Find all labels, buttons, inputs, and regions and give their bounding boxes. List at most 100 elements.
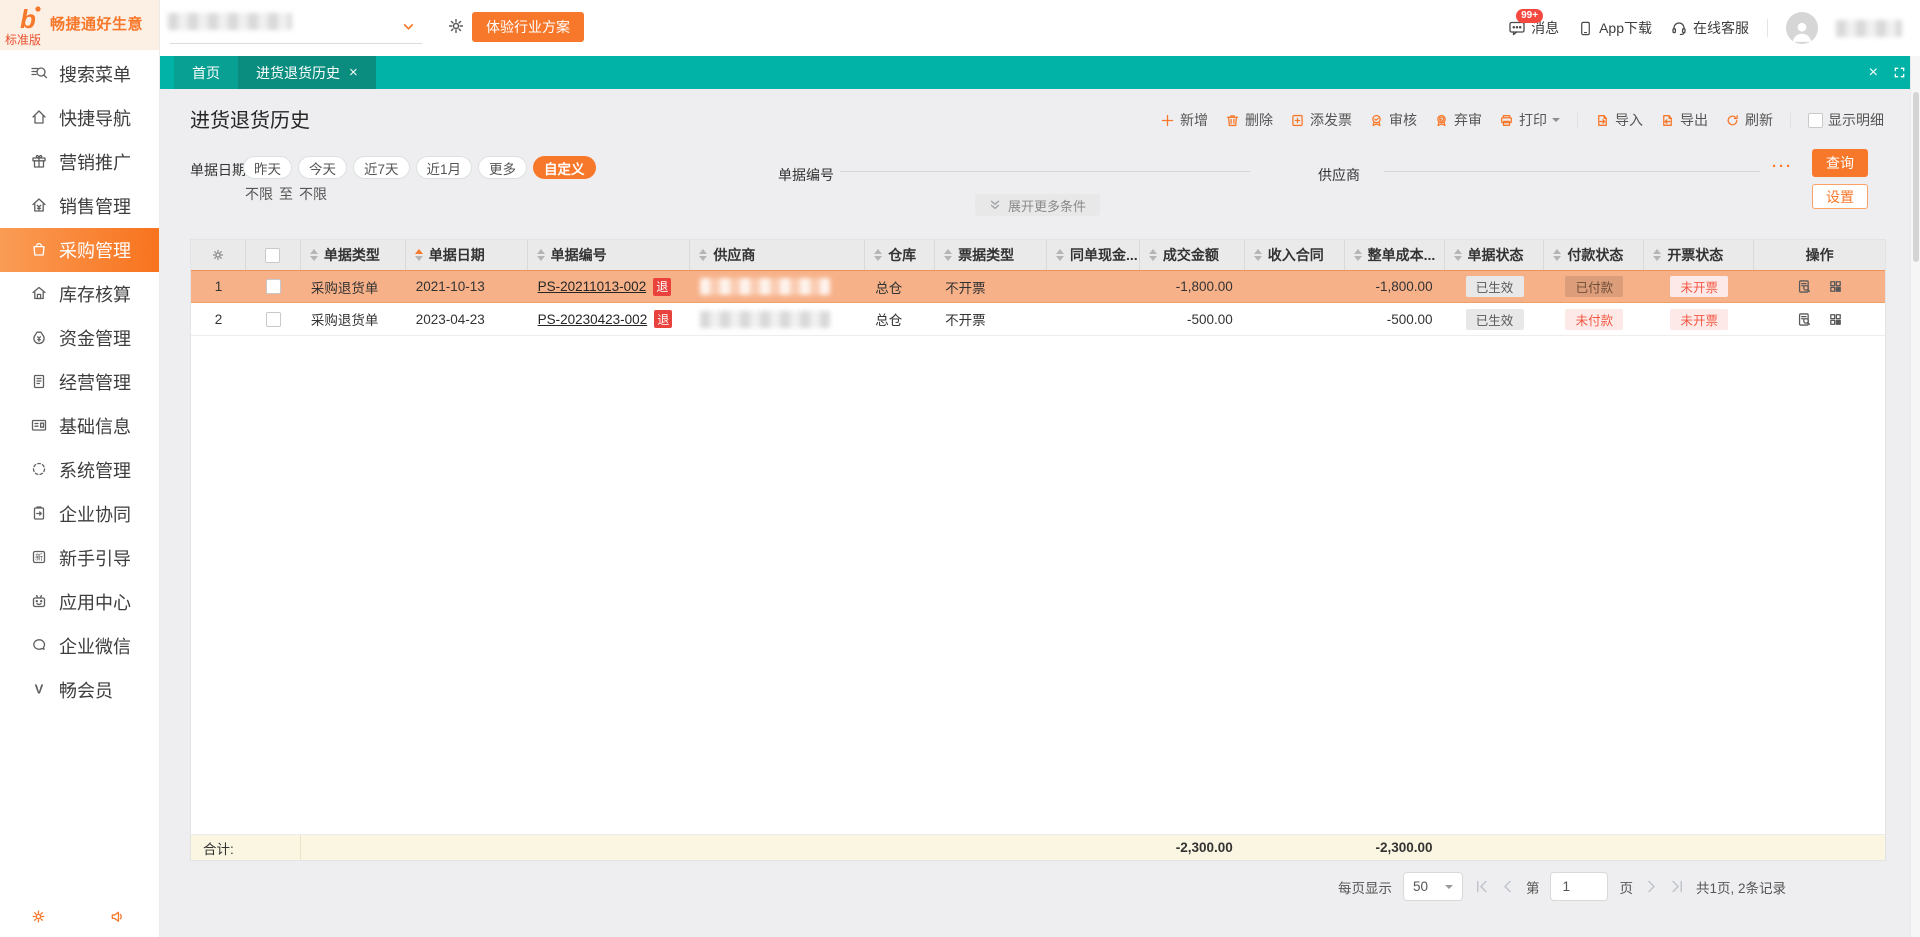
sort-icon[interactable] [1055, 249, 1064, 261]
sort-icon[interactable] [1653, 249, 1662, 261]
gear-icon[interactable] [446, 16, 466, 36]
date-pill[interactable]: 近7天 [353, 156, 410, 179]
toolbar-audit-button[interactable]: 审核 [1369, 110, 1417, 130]
table-row[interactable]: 1 采购退货单 2021-10-13 PS-20211013-002 退 总仓 不开票 -1,… [191, 270, 1885, 303]
sort-icon[interactable] [1453, 249, 1462, 261]
toolbar-invoice-button[interactable]: 添发票 [1290, 110, 1352, 130]
sort-icon[interactable] [309, 249, 318, 261]
column-header[interactable]: 开票状态 [1644, 240, 1755, 270]
sort-icon[interactable] [874, 249, 883, 261]
column-header[interactable]: 同单现金... [1047, 240, 1140, 270]
row-checkbox[interactable] [265, 279, 281, 294]
sidebar-item-baseinfo[interactable]: 基础信息 [0, 404, 159, 448]
scrollbar-thumb[interactable] [1913, 92, 1919, 262]
column-header[interactable]: 供应商 [690, 240, 866, 270]
sidebar-item-sales[interactable]: 销售管理 [0, 184, 159, 228]
column-header[interactable]: 票据类型 [935, 240, 1047, 270]
sidebar-item-member[interactable]: V 畅会员 [0, 668, 159, 712]
sort-icon[interactable] [414, 249, 423, 261]
page-number-input[interactable]: 1 [1550, 872, 1609, 901]
show-detail-toggle[interactable]: 显示明细 [1808, 110, 1884, 130]
search-button[interactable]: 查询 [1812, 149, 1868, 177]
tab-active[interactable]: 进货退货历史 × [238, 56, 376, 89]
sidebar-item-appcenter[interactable]: 应用中心 [0, 580, 159, 624]
tab-home[interactable]: 首页 [174, 56, 238, 89]
close-icon[interactable]: × [1869, 64, 1878, 81]
date-pill[interactable]: 今天 [298, 156, 347, 179]
date-range-text[interactable]: 不限 至 不限 [245, 184, 327, 204]
sidebar-item-inventory[interactable]: 库存核算 [0, 272, 159, 316]
date-pill-custom[interactable]: 自定义 [533, 156, 596, 179]
sidebar-item-guide[interactable]: 新 新手引导 [0, 536, 159, 580]
show-detail-checkbox[interactable] [1808, 112, 1823, 128]
column-header[interactable]: 单据状态 [1445, 240, 1545, 270]
next-page-button[interactable] [1644, 879, 1659, 894]
fullscreen-icon[interactable] [1893, 66, 1906, 79]
column-header[interactable]: 单据类型 [301, 240, 406, 270]
toolbar-unaudit-button[interactable]: 弃审 [1434, 110, 1482, 130]
sort-icon[interactable] [536, 249, 545, 261]
sidebar-item-gift[interactable]: 营销推广 [0, 140, 159, 184]
settings-gear-icon[interactable] [30, 908, 47, 925]
supplier-more-icon[interactable]: ··· [1772, 158, 1793, 175]
avatar[interactable] [1786, 12, 1818, 44]
sidebar-item-collab[interactable]: 企业协同 [0, 492, 159, 536]
related-docs-icon[interactable] [1828, 312, 1843, 327]
column-header[interactable]: 付款状态 [1544, 240, 1645, 270]
app-download-button[interactable]: App下载 [1577, 18, 1652, 38]
doc-no-link[interactable]: PS-20230423-002 [538, 312, 648, 327]
doc-no-link[interactable]: PS-20211013-002 [538, 279, 647, 294]
date-pill[interactable]: 近1月 [415, 156, 473, 179]
sort-icon[interactable] [1353, 249, 1362, 261]
date-pill[interactable]: 昨天 [243, 156, 292, 179]
row-checkbox[interactable] [265, 311, 281, 327]
column-header[interactable]: 仓库 [865, 240, 936, 270]
announcement-horn-icon[interactable] [109, 908, 126, 925]
column-header[interactable]: 单据日期 [406, 240, 528, 270]
industry-solution-button[interactable]: 体验行业方案 [472, 12, 584, 42]
sidebar-item-operation[interactable]: 经营管理 [0, 360, 159, 404]
toolbar-print-button[interactable]: 打印 [1499, 110, 1560, 130]
sidebar-item-home[interactable]: 快捷导航 [0, 96, 159, 140]
sidebar-item-search[interactable]: 搜索菜单 [0, 52, 159, 96]
sort-icon[interactable] [1253, 249, 1262, 261]
toolbar-export-button[interactable]: 导出 [1660, 110, 1708, 130]
vertical-scrollbar[interactable] [1910, 56, 1920, 937]
select-all-checkbox[interactable] [265, 247, 281, 263]
sort-icon[interactable] [1148, 249, 1157, 261]
close-icon[interactable]: × [349, 65, 358, 80]
toolbar-trash-button[interactable]: 删除 [1225, 110, 1273, 130]
column-header[interactable]: 单据编号 [528, 240, 691, 270]
column-header[interactable]: 成交金额 [1140, 240, 1245, 270]
toolbar-refresh-button[interactable]: 刷新 [1725, 110, 1773, 130]
toolbar-import-button[interactable]: 导入 [1595, 110, 1643, 130]
supplier-input[interactable] [1384, 146, 1760, 172]
doc-no-input[interactable] [840, 146, 1250, 172]
online-support-button[interactable]: 在线客服 [1670, 18, 1749, 38]
sidebar-item-funds[interactable]: 资金管理 [0, 316, 159, 360]
sort-icon[interactable] [699, 249, 708, 261]
column-header[interactable]: 操作 [1754, 240, 1885, 270]
sidebar-item-purchase[interactable]: 采购管理 [0, 228, 159, 272]
prev-page-button[interactable] [1500, 879, 1515, 894]
sidebar-item-wecom[interactable]: 企业微信 [0, 624, 159, 668]
chevron-down-icon[interactable] [402, 20, 415, 33]
user-name-redacted[interactable] [1836, 19, 1902, 37]
last-page-button[interactable] [1670, 879, 1685, 894]
expand-more-conditions[interactable]: 展开更多条件 [975, 194, 1101, 216]
column-header[interactable]: 整单成本... [1345, 240, 1445, 270]
messages-button[interactable]: 99+ 消息 [1508, 9, 1559, 38]
sidebar-item-system[interactable]: 系统管理 [0, 448, 159, 492]
company-name-redacted[interactable] [168, 13, 292, 30]
column-header[interactable]: 收入合同 [1245, 240, 1345, 270]
first-page-button[interactable] [1474, 879, 1489, 894]
toolbar-plus-button[interactable]: 新增 [1160, 110, 1208, 130]
date-pill[interactable]: 更多 [478, 156, 528, 179]
sort-icon[interactable] [1553, 249, 1562, 261]
related-docs-icon[interactable] [1828, 279, 1843, 294]
view-detail-icon[interactable] [1797, 312, 1812, 327]
settings-button[interactable]: 设置 [1812, 184, 1868, 209]
table-row[interactable]: 2 采购退货单 2023-04-23 PS-20230423-002 退 总仓 不开票 -50… [191, 303, 1885, 336]
gear-icon[interactable] [210, 247, 226, 263]
view-detail-icon[interactable] [1797, 279, 1812, 294]
